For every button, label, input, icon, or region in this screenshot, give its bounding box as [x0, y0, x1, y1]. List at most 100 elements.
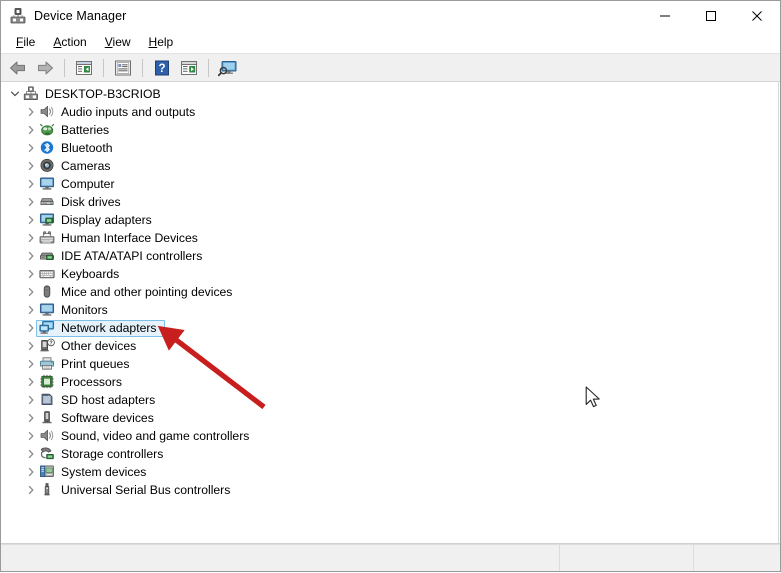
row-content: Human Interface Devices [39, 230, 202, 247]
tree-item-processors[interactable]: Processors [1, 373, 778, 391]
network-adapter-icon [39, 320, 56, 336]
svg-text:?: ? [49, 340, 52, 346]
tree-item-print-queues[interactable]: Print queues [1, 355, 778, 373]
chevron-right-icon[interactable] [23, 121, 39, 139]
row-content: SD host adapters [39, 392, 159, 409]
tree-item-display-adapters[interactable]: Display adapters [1, 211, 778, 229]
chevron-right-icon[interactable] [23, 157, 39, 175]
menu-help-rest: elp [157, 35, 174, 49]
tree-item-disk-drives-label: Disk drives [61, 195, 121, 209]
chevron-right-icon[interactable] [23, 247, 39, 265]
chevron-right-icon[interactable] [23, 427, 39, 445]
tree-item-bluetooth[interactable]: Bluetooth [1, 139, 778, 157]
tree-item-human-interface-devices[interactable]: Human Interface Devices [1, 229, 778, 247]
tree-item-print-queues-label: Print queues [61, 357, 130, 371]
update-driver-button[interactable] [176, 56, 202, 80]
tree-item-ide-ata-atapi-controllers-label: IDE ATA/ATAPI controllers [61, 249, 203, 263]
speaker-icon [39, 428, 56, 444]
forward-button[interactable] [32, 56, 58, 80]
tree-item-audio-inputs-and-outputs[interactable]: Audio inputs and outputs [1, 103, 778, 121]
update-driver-icon [181, 60, 197, 75]
show-hide-console-tree-button[interactable] [71, 56, 97, 80]
tree-item-display-adapters-label: Display adapters [61, 213, 152, 227]
chevron-right-icon[interactable] [23, 283, 39, 301]
tree-item-cameras[interactable]: Cameras [1, 157, 778, 175]
tree-item-network-adapters[interactable]: Network adapters [1, 319, 778, 337]
row-content: Disk drives [39, 194, 125, 211]
title-bar: Device Manager [1, 1, 780, 31]
chevron-right-icon[interactable] [23, 355, 39, 373]
tree-item-sd-host-adapters-label: SD host adapters [61, 393, 156, 407]
chevron-right-icon[interactable] [23, 481, 39, 499]
chevron-right-icon[interactable] [23, 409, 39, 427]
display-adapter-icon [39, 212, 56, 228]
tree-item-universal-serial-bus-controllers[interactable]: Universal Serial Bus controllers [1, 481, 778, 499]
row-content: Print queues [39, 356, 133, 373]
chevron-right-icon[interactable] [23, 211, 39, 229]
row-content: Mice and other pointing devices [39, 284, 236, 301]
speaker-icon [39, 104, 56, 120]
chevron-right-icon[interactable] [23, 463, 39, 481]
menu-action[interactable]: Action [44, 33, 95, 51]
tree-item-batteries[interactable]: Batteries [1, 121, 778, 139]
properties-button[interactable] [110, 56, 136, 80]
menu-file-rest: ile [23, 35, 36, 49]
chevron-right-icon[interactable] [23, 445, 39, 463]
tree-item-system-devices[interactable]: System devices [1, 463, 778, 481]
maximize-button[interactable] [688, 1, 734, 31]
menu-help[interactable]: Help [140, 33, 183, 51]
tree-item-audio-inputs-and-outputs-label: Audio inputs and outputs [61, 105, 196, 119]
tree-item-disk-drives[interactable]: Disk drives [1, 193, 778, 211]
chevron-right-icon[interactable] [23, 391, 39, 409]
tree-root-desktop[interactable]: DESKTOP-B3CRIOB [1, 85, 778, 103]
tree-item-sd-host-adapters[interactable]: SD host adapters [1, 391, 778, 409]
chevron-right-icon[interactable] [23, 337, 39, 355]
monitor-icon [39, 302, 56, 318]
chevron-right-icon[interactable] [23, 175, 39, 193]
properties-icon [115, 60, 131, 75]
keyboard-icon [39, 266, 56, 282]
menu-file[interactable]: File [7, 33, 44, 51]
chevron-right-icon[interactable] [23, 265, 39, 283]
selection-highlight: Network adapters [36, 319, 165, 337]
chevron-right-icon[interactable] [23, 103, 39, 121]
status-panel-tertiary [694, 545, 780, 571]
scan-hardware-changes-button[interactable] [215, 56, 241, 80]
tree-item-other-devices-label: Other devices [61, 339, 137, 353]
tree-item-monitors[interactable]: Monitors [1, 301, 778, 319]
back-button[interactable] [5, 56, 31, 80]
tree-item-computer[interactable]: Computer [1, 175, 778, 193]
row-content: IDE ATA/ATAPI controllers [39, 248, 206, 265]
help-button[interactable]: ? [149, 56, 175, 80]
status-bar [1, 544, 780, 571]
chevron-right-icon[interactable] [23, 229, 39, 247]
mouse-icon [39, 284, 56, 300]
tree-item-sound-video-and-game-controllers[interactable]: Sound, video and game controllers [1, 427, 778, 445]
tree-item-sound-video-and-game-controllers-label: Sound, video and game controllers [61, 429, 250, 443]
row-content: ? Other devices [39, 338, 140, 355]
menu-view[interactable]: View [96, 33, 140, 51]
menu-view-accel: V [104, 35, 113, 49]
minimize-button[interactable] [642, 1, 688, 31]
tree-item-storage-controllers[interactable]: Storage controllers [1, 445, 778, 463]
tree-item-mice-and-other-pointing-devices[interactable]: Mice and other pointing devices [1, 283, 778, 301]
chevron-down-icon[interactable] [7, 85, 23, 103]
row-content: Bluetooth [39, 140, 117, 157]
chevron-right-icon[interactable] [23, 373, 39, 391]
chevron-right-icon[interactable] [23, 301, 39, 319]
tree-item-bluetooth-label: Bluetooth [61, 141, 113, 155]
device-tree[interactable]: DESKTOP-B3CRIOB Audio inputs and outputs… [1, 82, 779, 543]
close-button[interactable] [734, 1, 780, 31]
tree-item-software-devices[interactable]: Software devices [1, 409, 778, 427]
status-panel-main [1, 545, 560, 571]
monitor-icon [39, 176, 56, 192]
menu-action-rest: ction [61, 35, 87, 49]
tree-item-other-devices[interactable]: ? Other devices [1, 337, 778, 355]
chevron-right-icon[interactable] [23, 139, 39, 157]
row-content: Display adapters [39, 212, 156, 229]
chevron-right-icon[interactable] [23, 193, 39, 211]
tree-item-ide-ata-atapi-controllers[interactable]: IDE ATA/ATAPI controllers [1, 247, 778, 265]
tree-item-keyboards[interactable]: Keyboards [1, 265, 778, 283]
tree-item-processors-label: Processors [61, 375, 122, 389]
device-tree-pane: DESKTOP-B3CRIOB Audio inputs and outputs… [1, 82, 780, 544]
